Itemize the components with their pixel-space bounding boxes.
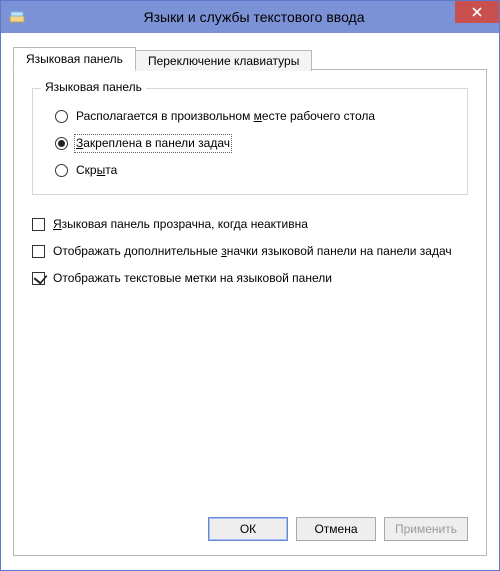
apply-button[interactable]: Применить [384, 517, 468, 541]
tab-label: Языковая панель [26, 52, 123, 66]
tab-strip: Языковая панель Переключение клавиатуры [13, 45, 487, 69]
app-icon [9, 9, 25, 25]
button-label: ОК [240, 522, 256, 536]
button-label: Отмена [314, 522, 357, 536]
radio-hidden[interactable]: Скрыта [47, 157, 453, 184]
radio-label: Закреплена в панели задач [76, 136, 230, 151]
ok-button[interactable]: ОК [208, 517, 288, 541]
checkbox-icon [32, 272, 45, 285]
checkbox-label: Отображать дополнительные значки языково… [53, 244, 452, 259]
dialog-window: Языки и службы текстового ввода Языковая… [0, 0, 500, 571]
spacer [32, 292, 468, 507]
button-row: ОК Отмена Применить [32, 507, 468, 541]
checkbox-label: Языковая панель прозрачна, когда неактив… [53, 217, 308, 232]
button-label: Применить [395, 522, 457, 536]
content-area: Языковая панель Переключение клавиатуры … [1, 33, 499, 570]
checkbox-text-labels[interactable]: Отображать текстовые метки на языковой п… [32, 265, 468, 292]
radio-icon [55, 137, 68, 150]
radio-icon [55, 164, 68, 177]
cancel-button[interactable]: Отмена [296, 517, 376, 541]
close-icon [472, 7, 482, 17]
radio-floating[interactable]: Располагается в произвольном месте рабоч… [47, 103, 453, 130]
tab-language-bar[interactable]: Языковая панель [13, 47, 136, 70]
checkbox-icon [32, 245, 45, 258]
checkbox-transparent[interactable]: Языковая панель прозрачна, когда неактив… [32, 211, 468, 238]
window-title: Языки и службы текстового ввода [33, 9, 499, 25]
tab-keyboard-switch[interactable]: Переключение клавиатуры [135, 50, 312, 71]
group-legend: Языковая панель [41, 80, 146, 94]
close-button[interactable] [455, 1, 499, 23]
checkbox-label: Отображать текстовые метки на языковой п… [53, 271, 332, 286]
radio-label: Располагается в произвольном месте рабоч… [76, 109, 375, 124]
titlebar: Языки и службы текстового ввода [1, 1, 499, 33]
radio-icon [55, 110, 68, 123]
radio-docked[interactable]: Закреплена в панели задач [47, 130, 453, 157]
checkbox-extra-icons[interactable]: Отображать дополнительные значки языково… [32, 238, 468, 265]
tab-label: Переключение клавиатуры [148, 54, 299, 68]
language-bar-group: Языковая панель Располагается в произвол… [32, 88, 468, 195]
tab-panel: Языковая панель Располагается в произвол… [13, 69, 487, 556]
checkbox-icon [32, 218, 45, 231]
radio-label: Скрыта [76, 163, 117, 178]
